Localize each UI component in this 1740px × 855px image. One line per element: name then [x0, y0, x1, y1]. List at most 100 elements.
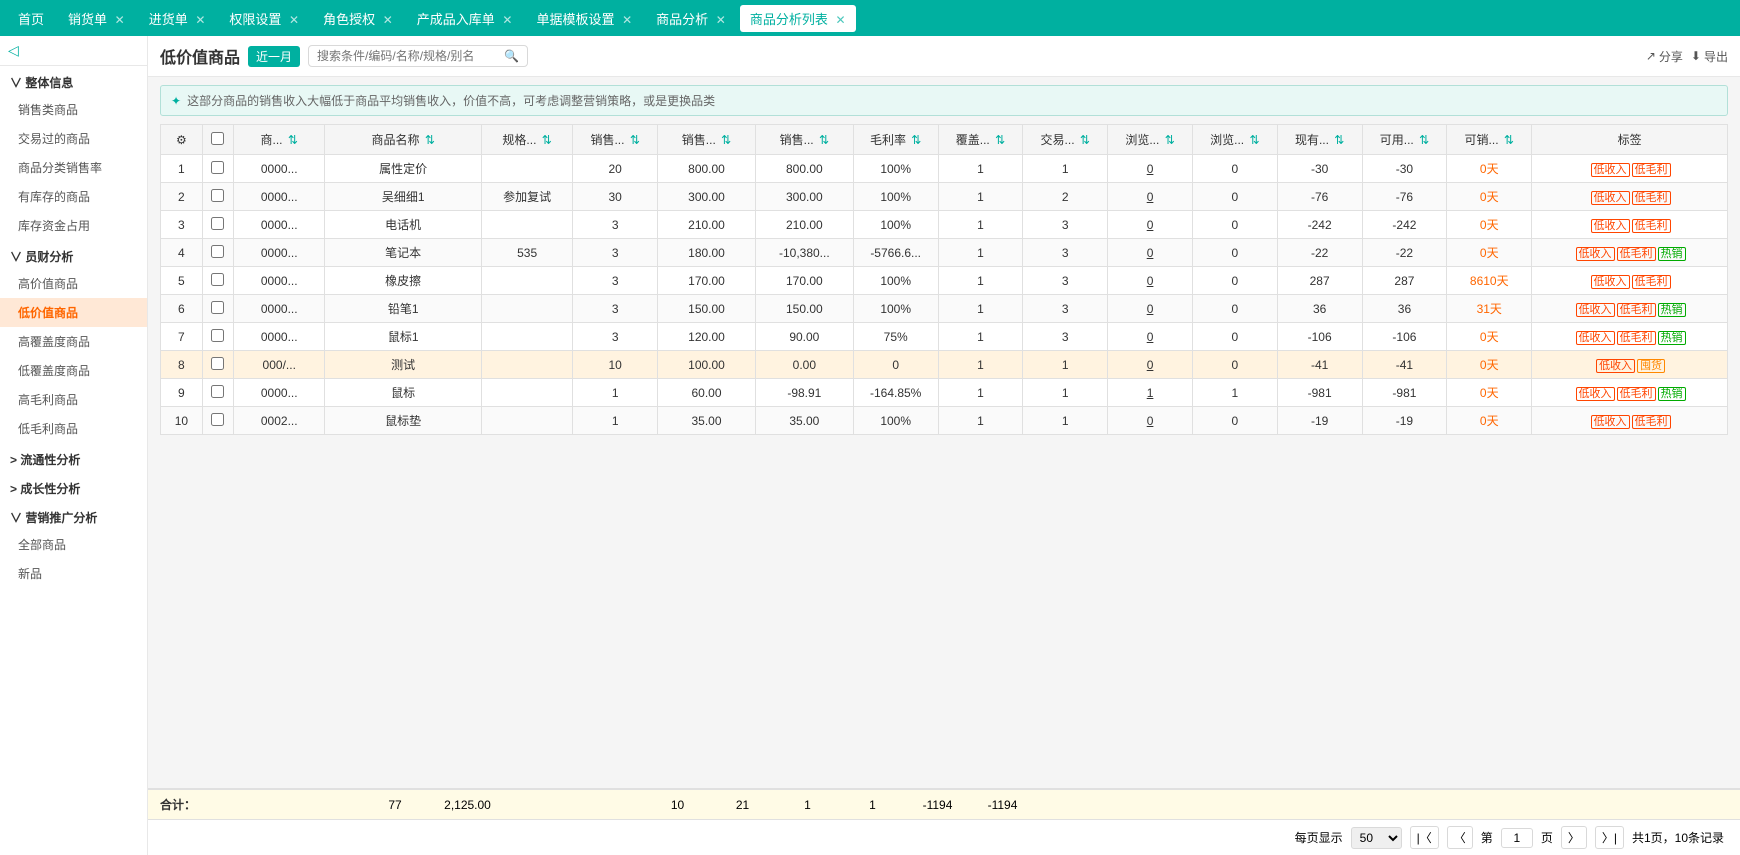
sidebar-group-marketing[interactable]: ∨ 营销推广分析 — [0, 501, 147, 530]
th-trade[interactable]: 交易... ⇅ — [1023, 125, 1108, 155]
sidebar-item-low-margin[interactable]: 低毛利商品 — [0, 414, 147, 443]
sidebar-item-all-products[interactable]: 全部商品 — [0, 530, 147, 559]
row-checkbox[interactable] — [211, 329, 224, 342]
sidebar-group-overall[interactable]: ∨ 整体信息 — [0, 66, 147, 95]
sidebar-item-low-value[interactable]: 低价值商品 — [0, 298, 147, 327]
sidebar-item-stocked-products[interactable]: 有库存的商品 — [0, 182, 147, 211]
th-settings[interactable]: ⚙ — [161, 125, 203, 155]
row-checkbox-cell[interactable] — [202, 267, 233, 295]
row-checkbox[interactable] — [211, 245, 224, 258]
view-link[interactable]: 1 — [1147, 386, 1154, 400]
prev-page-btn[interactable]: 〈 — [1447, 826, 1473, 849]
nav-product-in[interactable]: 产成品入库单 ✕ — [407, 5, 523, 32]
row-checkbox-cell[interactable] — [202, 295, 233, 323]
close-icon[interactable]: ✕ — [835, 13, 845, 27]
view-link[interactable]: 0 — [1147, 246, 1154, 260]
th-available[interactable]: 可用... ⇅ — [1362, 125, 1447, 155]
th-sale-amount[interactable]: 销售... ⇅ — [658, 125, 756, 155]
view-link[interactable]: 0 — [1147, 330, 1154, 344]
search-input[interactable] — [317, 49, 500, 63]
th-sale-count[interactable]: 销售... ⇅ — [573, 125, 658, 155]
th-view1[interactable]: 浏览... ⇅ — [1108, 125, 1193, 155]
sidebar-group-circulation[interactable]: > 流通性分析 — [0, 443, 147, 472]
row-checkbox[interactable] — [211, 161, 224, 174]
th-name[interactable]: 商品名称 ⇅ — [325, 125, 482, 155]
nav-template[interactable]: 单据模板设置 ✕ — [526, 5, 642, 32]
row-checkbox-cell[interactable] — [202, 239, 233, 267]
page-input[interactable] — [1501, 828, 1533, 848]
sidebar-item-category-sales[interactable]: 商品分类销售率 — [0, 153, 147, 182]
row-checkbox-cell[interactable] — [202, 155, 233, 183]
row-checkbox-cell[interactable] — [202, 407, 233, 435]
nav-roles[interactable]: 角色授权 ✕ — [313, 5, 403, 32]
sidebar-item-high-coverage[interactable]: 高覆盖度商品 — [0, 327, 147, 356]
th-spec[interactable]: 规格... ⇅ — [481, 125, 572, 155]
row-checkbox[interactable] — [211, 189, 224, 202]
row-checkbox[interactable] — [211, 385, 224, 398]
row-checkbox-cell[interactable] — [202, 323, 233, 351]
share-btn[interactable]: ↗ 分享 — [1646, 48, 1683, 65]
close-icon[interactable]: ✕ — [716, 13, 726, 27]
view-link[interactable]: 0 — [1147, 274, 1154, 288]
row-sale-amount: 800.00 — [658, 155, 756, 183]
export-btn[interactable]: ⬇ 导出 — [1691, 48, 1728, 65]
th-code[interactable]: 商... ⇅ — [234, 125, 325, 155]
search-icon[interactable]: 🔍 — [504, 49, 519, 63]
sidebar-item-high-margin[interactable]: 高毛利商品 — [0, 385, 147, 414]
sidebar-item-stock-funds[interactable]: 库存资金占用 — [0, 211, 147, 240]
row-checkbox-cell[interactable] — [202, 351, 233, 379]
view-link[interactable]: 0 — [1147, 358, 1154, 372]
th-sale-gross[interactable]: 销售... ⇅ — [755, 125, 853, 155]
nav-permissions[interactable]: 权限设置 ✕ — [219, 5, 309, 32]
first-page-btn[interactable]: |〈 — [1410, 826, 1439, 849]
row-checkbox-cell[interactable] — [202, 379, 233, 407]
sidebar-item-low-coverage[interactable]: 低覆盖度商品 — [0, 356, 147, 385]
th-gross-rate[interactable]: 毛利率 ⇅ — [853, 125, 938, 155]
close-icon[interactable]: ✕ — [622, 13, 632, 27]
th-coverage[interactable]: 覆盖... ⇅ — [938, 125, 1023, 155]
nav-sales[interactable]: 销货单 ✕ — [58, 5, 135, 32]
row-checkbox[interactable] — [211, 273, 224, 286]
nav-analysis-list[interactable]: 商品分析列表 ✕ — [740, 5, 856, 32]
view-link[interactable]: 0 — [1147, 162, 1154, 176]
row-name: 橡皮擦 — [325, 267, 482, 295]
view-link[interactable]: 0 — [1147, 190, 1154, 204]
view-link[interactable]: 0 — [1147, 302, 1154, 316]
th-tags[interactable]: 标签 — [1532, 125, 1728, 155]
row-checkbox[interactable] — [211, 413, 224, 426]
sidebar-collapse-btn[interactable]: ◁ — [8, 42, 19, 59]
th-sellable[interactable]: 可销... ⇅ — [1447, 125, 1532, 155]
row-checkbox[interactable] — [211, 217, 224, 230]
close-icon[interactable]: ✕ — [195, 13, 205, 27]
nav-purchase[interactable]: 进货单 ✕ — [139, 5, 216, 32]
sidebar-item-sales-products[interactable]: 销售类商品 — [0, 95, 147, 124]
row-available: 36 — [1362, 295, 1447, 323]
last-page-btn[interactable]: 〉| — [1595, 826, 1624, 849]
view-link[interactable]: 0 — [1147, 218, 1154, 232]
sidebar-group-financial[interactable]: ∨ 员财分析 — [0, 240, 147, 269]
filter-tag-btn[interactable]: 近一月 — [248, 46, 300, 67]
view-link[interactable]: 0 — [1147, 414, 1154, 428]
sidebar-item-high-value[interactable]: 高价值商品 — [0, 269, 147, 298]
close-icon[interactable]: ✕ — [502, 13, 512, 27]
page-size-select[interactable]: 50 100 200 — [1351, 827, 1402, 849]
next-page-btn[interactable]: 〉 — [1561, 826, 1587, 849]
row-checkbox[interactable] — [211, 301, 224, 314]
select-all-checkbox[interactable] — [211, 132, 224, 145]
tag-badge: 低毛利 — [1632, 163, 1671, 177]
th-checkbox[interactable] — [202, 125, 233, 155]
th-view2[interactable]: 浏览... ⇅ — [1192, 125, 1277, 155]
nav-analysis[interactable]: 商品分析 ✕ — [646, 5, 736, 32]
tag-badge: 低毛利 — [1617, 247, 1656, 261]
row-checkbox-cell[interactable] — [202, 211, 233, 239]
sidebar-item-new-products[interactable]: 新品 — [0, 559, 147, 588]
close-icon[interactable]: ✕ — [289, 13, 299, 27]
row-checkbox-cell[interactable] — [202, 183, 233, 211]
row-checkbox[interactable] — [211, 357, 224, 370]
close-icon[interactable]: ✕ — [383, 13, 393, 27]
sidebar-item-traded-products[interactable]: 交易过的商品 — [0, 124, 147, 153]
nav-home[interactable]: 首页 — [8, 5, 54, 32]
sidebar-group-growth[interactable]: > 成长性分析 — [0, 472, 147, 501]
th-current-stock[interactable]: 现有... ⇅ — [1277, 125, 1362, 155]
close-icon[interactable]: ✕ — [115, 13, 125, 27]
